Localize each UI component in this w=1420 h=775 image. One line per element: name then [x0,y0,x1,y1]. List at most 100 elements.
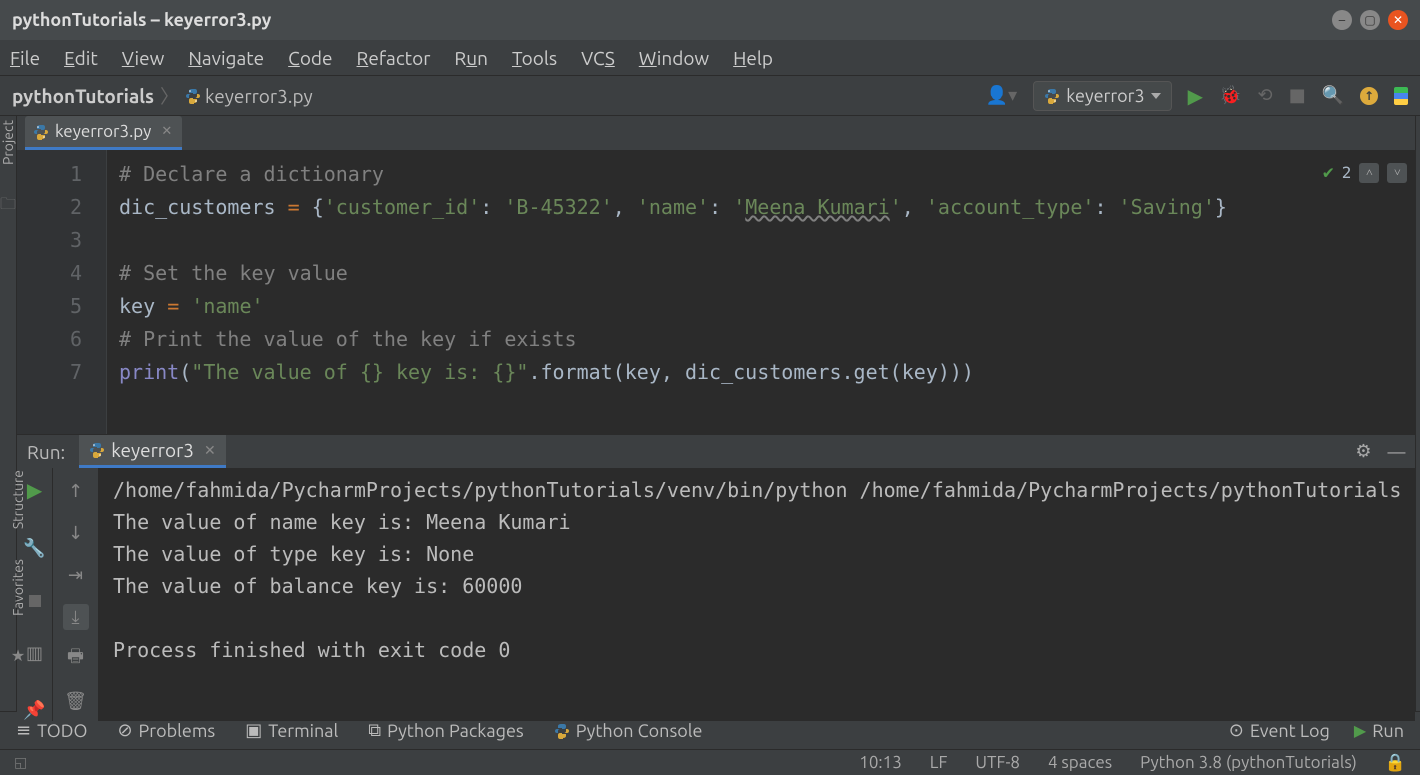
dropdown-icon [1151,93,1161,99]
star-icon[interactable]: ★ [11,646,25,665]
favorites-tool-button[interactable]: Favorites [10,559,26,616]
run-tool-button[interactable]: ▶Run [1354,721,1404,741]
python-console-button[interactable]: Python Console [554,721,703,741]
python-icon [1044,88,1060,104]
settings-icon[interactable]: ⚙ [1355,441,1371,462]
navbar: pythonTutorials 〉 keyerror3.py 👤▾ keyerr… [0,76,1420,116]
editor-tabs: keyerror3.py ✕ [17,116,1415,150]
packages-icon: ⧉ [368,720,381,741]
python-packages-button[interactable]: ⧉Python Packages [368,720,523,741]
window-controls: ‒ ▢ ✕ [1332,10,1408,30]
user-icon[interactable]: 👤▾ [986,85,1017,106]
hide-panel-button[interactable]: — [1387,442,1405,462]
menu-tools[interactable]: Tools [512,47,557,69]
titlebar: pythonTutorials – keyerror3.py ‒ ▢ ✕ [0,0,1420,40]
python-interpreter[interactable]: Python 3.8 (pythonTutorials) [1140,753,1357,772]
maximize-button[interactable]: ▢ [1360,10,1380,30]
upgrade-icon[interactable]: ↑ [1360,87,1378,105]
terminal-icon: ▣ [245,720,262,741]
next-highlight-button[interactable]: ˅ [1387,163,1407,183]
menu-view[interactable]: View [122,47,165,69]
ide-logo-icon[interactable] [1394,87,1408,105]
trash-icon[interactable]: 🗑 [63,688,89,714]
scroll-to-end-icon[interactable]: ⤓ [63,604,89,630]
run-config-label: keyerror3 [1066,86,1144,106]
statusbar: ◱ 10:13 LF UTF-8 4 spaces Python 3.8 (py… [0,749,1420,775]
run-button[interactable]: ▶ [1188,84,1203,108]
breadcrumb-file[interactable]: keyerror3.py [185,85,313,107]
breadcrumb: pythonTutorials 〉 keyerror3.py [12,82,313,109]
menu-file[interactable]: File [10,47,40,69]
nav-right: 👤▾ keyerror3 ▶ 🐞 ⟲ ■ 🔍 ↑ [986,81,1408,111]
editor-tab[interactable]: keyerror3.py ✕ [25,116,182,150]
todo-icon: ≡ [16,720,31,741]
stop-button[interactable]: ■ [1289,85,1306,106]
pin-icon[interactable]: 📌 [23,700,45,721]
check-icon: ✔ [1323,156,1334,189]
terminal-button[interactable]: ▣Terminal [245,720,338,741]
editor-column: keyerror3.py ✕ 1 2 3 4 5 6 7 # Declare a… [17,116,1415,711]
menu-help[interactable]: Help [733,47,773,69]
coverage-button[interactable]: ⟲ [1257,85,1272,106]
structure-tool-button[interactable]: Structure [10,470,26,529]
run-output[interactable]: /home/fahmida/PycharmProjects/pythonTuto… [99,468,1415,721]
project-tool-button[interactable]: Project [0,120,16,165]
code-area[interactable]: # Declare a dictionary dic_customers = {… [107,150,1415,434]
indent-setting[interactable]: 4 spaces [1048,753,1112,772]
breadcrumb-file-label: keyerror3.py [205,85,313,107]
breadcrumb-sep: 〉 [160,82,179,109]
down-arrow-icon[interactable]: ↓ [63,520,89,546]
todo-button[interactable]: ≡TODO [16,720,87,741]
soft-wrap-icon[interactable]: ⇥ [63,562,89,588]
run-panel: Run: keyerror3 ✕ ⚙ — ▶ 🔧 ▥ 📌 [17,434,1415,711]
run-header-actions: ⚙ — [1355,441,1405,462]
run-tab-close-icon[interactable]: ✕ [204,442,216,459]
tab-close-icon[interactable]: ✕ [161,124,172,139]
run-panel-title: Run: [27,441,65,463]
menubar: File Edit View Navigate Code Refactor Ru… [0,40,1420,76]
run-toolbar-2: ↑ ↓ ⇥ ⤓ 🖶 🗑 [53,468,99,721]
play-icon: ▶ [1354,721,1366,740]
python-file-icon [33,124,49,140]
window-title: pythonTutorials – keyerror3.py [12,10,271,30]
menu-code[interactable]: Code [288,47,332,69]
menu-window[interactable]: Window [639,47,709,69]
python-icon [554,723,570,739]
run-config-selector[interactable]: keyerror3 [1033,81,1171,111]
run-body: ▶ 🔧 ▥ 📌 ↑ ↓ ⇥ ⤓ 🖶 🗑 /home/fahmida/Pychar… [17,468,1415,721]
minimize-button[interactable]: ‒ [1332,10,1352,30]
inspection-widget[interactable]: ✔ 2 ˄ ˅ [1323,156,1407,189]
editor-tab-label: keyerror3.py [55,122,151,141]
menu-navigate[interactable]: Navigate [188,47,264,69]
code-editor[interactable]: 1 2 3 4 5 6 7 # Declare a dictionary dic… [17,150,1415,434]
tool-windows-icon[interactable]: ◱ [14,754,27,771]
left-toolwindow-bar-lower: Structure Favorites ★ [0,470,36,665]
gutter-line-numbers: 1 2 3 4 5 6 7 [17,150,107,434]
python-file-icon [185,88,201,104]
close-button[interactable]: ✕ [1388,10,1408,30]
debug-button[interactable]: 🐞 [1219,85,1241,106]
run-tab-label: keyerror3 [111,439,194,461]
python-icon [89,442,105,458]
menu-refactor[interactable]: Refactor [357,47,431,69]
event-log-button[interactable]: ⊙Event Log [1229,720,1330,741]
search-button[interactable]: 🔍 [1322,85,1344,106]
lock-icon[interactable]: 🔒 [1385,753,1406,773]
event-log-icon: ⊙ [1229,720,1244,741]
file-encoding[interactable]: UTF-8 [975,753,1020,772]
problems-button[interactable]: ⊘Problems [117,720,215,741]
problems-icon: ⊘ [117,720,132,741]
print-icon[interactable]: 🖶 [63,646,89,672]
menu-edit[interactable]: Edit [64,47,98,69]
menu-vcs[interactable]: VCS [581,47,615,69]
folder-icon[interactable]: 🗀 [0,193,16,220]
caret-position[interactable]: 10:13 [859,753,902,772]
prev-highlight-button[interactable]: ˄ [1359,163,1379,183]
inspection-count: 2 [1342,156,1352,189]
run-panel-header: Run: keyerror3 ✕ ⚙ — [17,435,1415,468]
line-separator[interactable]: LF [930,753,948,772]
up-arrow-icon[interactable]: ↑ [63,478,89,504]
run-tab[interactable]: keyerror3 ✕ [79,435,226,468]
breadcrumb-project[interactable]: pythonTutorials [12,85,154,107]
menu-run[interactable]: Run [454,47,488,69]
